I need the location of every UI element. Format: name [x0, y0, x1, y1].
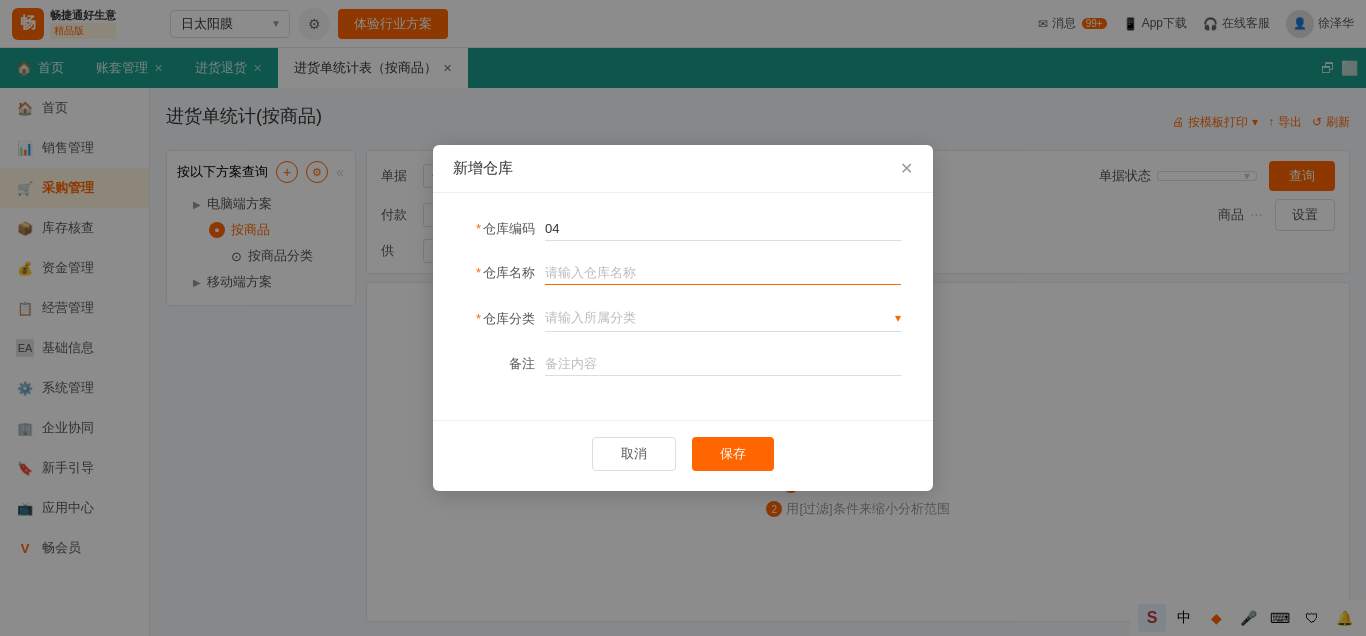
code-label: *仓库编码 — [465, 220, 535, 238]
save-button[interactable]: 保存 — [692, 437, 774, 471]
cancel-button[interactable]: 取消 — [592, 437, 676, 471]
required-mark-code: * — [476, 221, 481, 236]
modal-title: 新增仓库 — [453, 159, 513, 178]
modal-header: 新增仓库 ✕ — [433, 145, 933, 193]
required-mark-name: * — [476, 265, 481, 280]
required-mark-category: * — [476, 311, 481, 326]
name-label: *仓库名称 — [465, 264, 535, 282]
modal-body: *仓库编码 *仓库名称 *仓库分类 请输入所属分类 ▾ — [433, 193, 933, 420]
modal-overlay: 新增仓库 ✕ *仓库编码 *仓库名称 *仓库分类 — [0, 0, 1366, 636]
category-label: *仓库分类 — [465, 310, 535, 328]
remark-label: 备注 — [465, 355, 535, 373]
form-row-name: *仓库名称 — [465, 261, 901, 285]
category-dropdown-arrow: ▾ — [895, 311, 901, 325]
form-row-remark: 备注 — [465, 352, 901, 376]
warehouse-category-select[interactable]: 请输入所属分类 ▾ — [545, 305, 901, 332]
warehouse-name-input[interactable] — [545, 261, 901, 285]
modal-add-warehouse: 新增仓库 ✕ *仓库编码 *仓库名称 *仓库分类 — [433, 145, 933, 491]
category-placeholder: 请输入所属分类 — [545, 309, 636, 327]
form-row-code: *仓库编码 — [465, 217, 901, 241]
warehouse-remark-input[interactable] — [545, 352, 901, 376]
warehouse-code-input[interactable] — [545, 217, 901, 241]
modal-footer: 取消 保存 — [433, 420, 933, 491]
modal-close-button[interactable]: ✕ — [900, 159, 913, 178]
form-row-category: *仓库分类 请输入所属分类 ▾ — [465, 305, 901, 332]
